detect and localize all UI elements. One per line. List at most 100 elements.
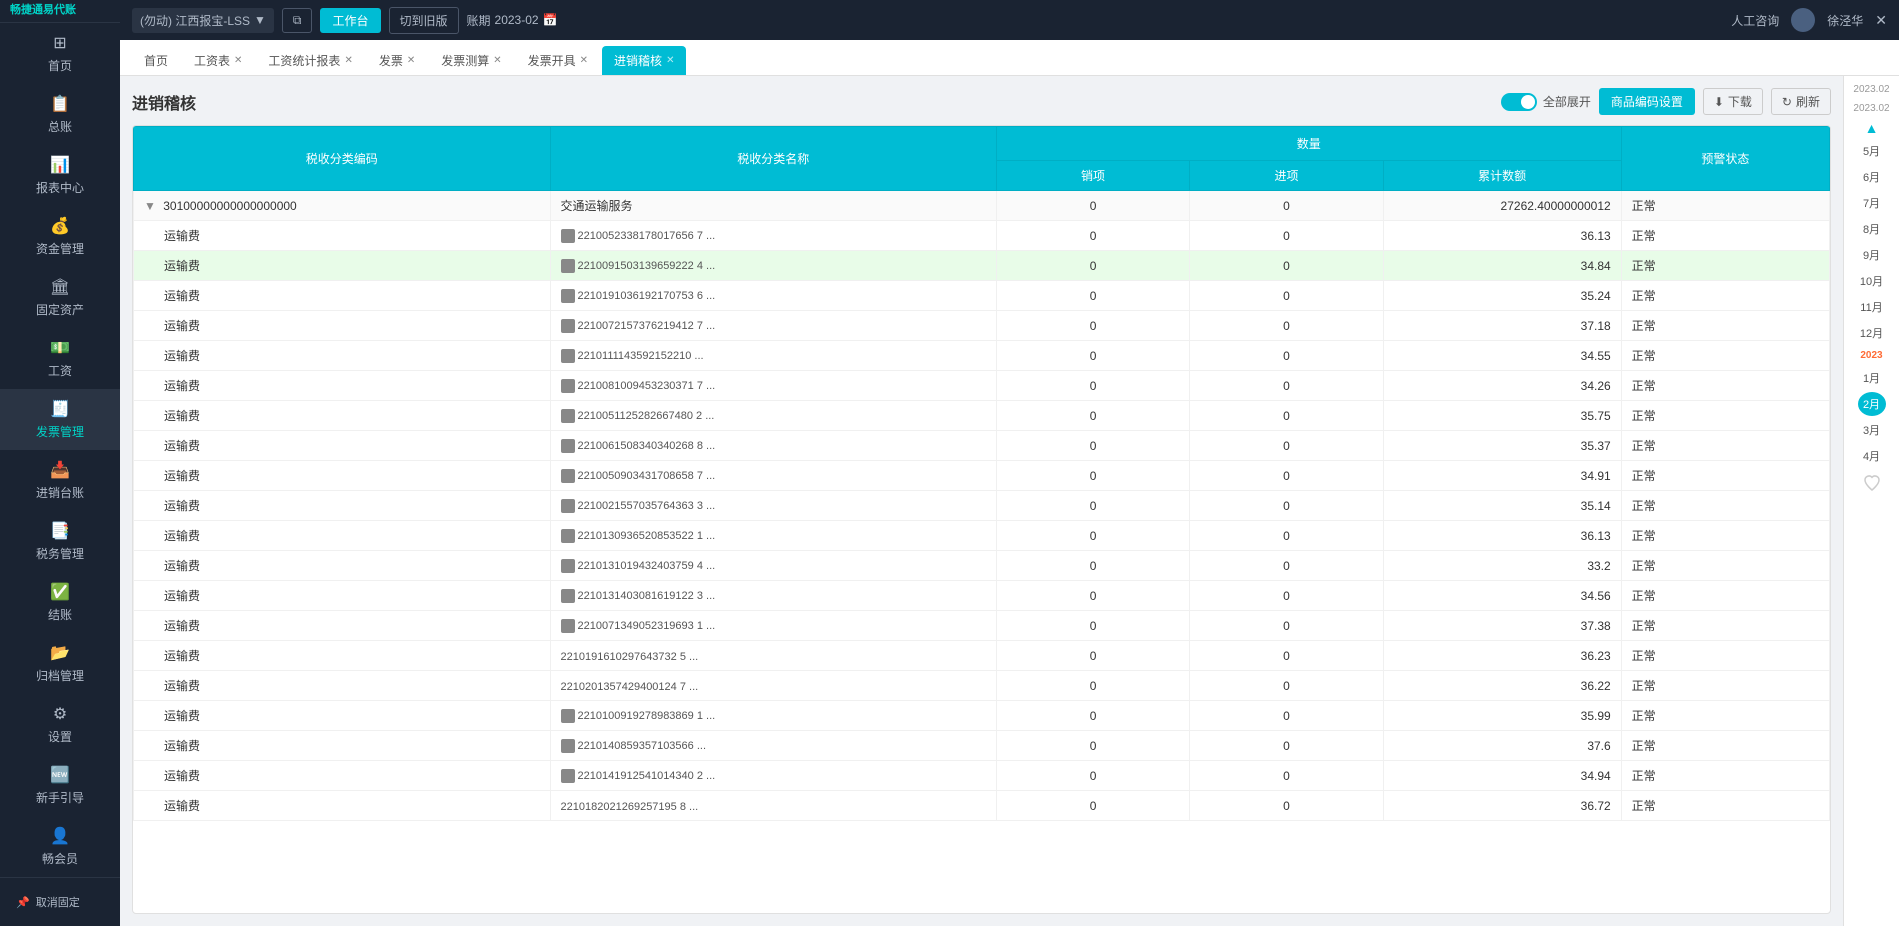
row-tax-code: 2210201357429400124 7 ... (550, 671, 996, 701)
row-tax-code: 2210081009453230371 7 ... (550, 371, 996, 401)
cumulative-value: 34.56 (1383, 581, 1621, 611)
sidebar-item-archive[interactable]: 📂 归档管理 (0, 633, 120, 694)
user-name: 徐泾华 (1827, 12, 1863, 29)
tab-invoice[interactable]: 发票 ✕ (367, 46, 427, 75)
sidebar-item-fixed[interactable]: 🏛 固定资产 (0, 267, 120, 328)
right-panel: 2023.02 2023.02 ▲ 5月 6月 7月 8月 9月 10月 11月… (1843, 76, 1899, 926)
tab-close-icon[interactable]: ✕ (580, 55, 588, 66)
tab-home[interactable]: 首页 (132, 46, 180, 75)
sidebar-item-inout[interactable]: 📥 进销台账 (0, 450, 120, 511)
tag-icon (561, 529, 575, 543)
period-label: 账期 2023-02 📅 (467, 12, 558, 29)
sidebar-item-ledger[interactable]: 📋 总账 (0, 84, 120, 145)
expand-toggle[interactable] (1501, 93, 1537, 111)
tab-invoice-open[interactable]: 发票开具 ✕ (516, 46, 600, 75)
workbench-button[interactable]: 工作台 (320, 8, 380, 33)
row-name: 运输费 (134, 641, 551, 671)
month-1[interactable]: 1月 (1850, 366, 1894, 390)
close-icon[interactable]: ✕ (1875, 12, 1887, 29)
row-name: 运输费 (134, 551, 551, 581)
sales-value: 0 (996, 551, 1189, 581)
cumulative-value: 36.13 (1383, 221, 1621, 251)
sales-value: 0 (996, 281, 1189, 311)
tab-close-icon[interactable]: ✕ (344, 55, 352, 66)
sidebar-item-tax[interactable]: 📑 税务管理 (0, 511, 120, 572)
sidebar-item-salary[interactable]: 💵 工资 (0, 328, 120, 389)
table-row: 运输费 2210051125282667480 2 ... 0 0 35.75 … (134, 401, 1830, 431)
salary-icon: 💵 (50, 338, 70, 358)
sidebar-item-guide[interactable]: 🆕 新手引导 (0, 755, 120, 816)
inout-icon: 📥 (50, 460, 70, 480)
row-name: 运输费 (134, 521, 551, 551)
sidebar-item-invoice[interactable]: 🧾 发票管理 (0, 389, 120, 450)
tab-salary-stat[interactable]: 工资统计报表 ✕ (256, 46, 364, 75)
sidebar-item-member[interactable]: 👤 畅会员 (0, 816, 120, 877)
expand-icon[interactable]: ▼ (144, 199, 156, 213)
home-icon: ⊞ (53, 33, 66, 53)
month-3[interactable]: 3月 (1850, 418, 1894, 442)
purchase-value: 0 (1190, 611, 1383, 641)
status-value: 正常 (1621, 401, 1829, 431)
month-10[interactable]: 10月 (1850, 269, 1894, 293)
copy-button[interactable]: ⧉ (282, 8, 313, 33)
sales-value: 0 (996, 251, 1189, 281)
tax-code-value: 30100000000000000000 (163, 199, 296, 213)
month-9[interactable]: 9月 (1850, 243, 1894, 267)
company-selector[interactable]: (勿动) 江西报宝-LSS ▼ (132, 8, 274, 33)
month-7[interactable]: 7月 (1850, 191, 1894, 215)
purchase-value: 0 (1190, 251, 1383, 281)
table-row: ▼ 30100000000000000000 交通运输服务 0 0 27262.… (134, 191, 1830, 221)
sidebar-item-settings[interactable]: ⚙ 设置 (0, 694, 120, 755)
tab-check[interactable]: 进销稽核 ✕ (602, 46, 686, 75)
group-tax-name: 交通运输服务 (550, 191, 996, 221)
row-name: 运输费 (134, 341, 551, 371)
cumulative-value: 36.23 (1383, 641, 1621, 671)
row-tax-code: 2210100919278983869 1 ... (550, 701, 996, 731)
month-5[interactable]: 5月 (1850, 139, 1894, 163)
table-row: 运输费 2210050903431708658 7 ... 0 0 34.91 … (134, 461, 1830, 491)
row-name: 运输费 (134, 221, 551, 251)
download-btn[interactable]: ⬇ 下载 (1703, 88, 1763, 115)
settings-btn[interactable]: 商品编码设置 (1599, 88, 1695, 115)
sidebar-item-label: 税务管理 (36, 545, 84, 562)
sales-value: 0 (996, 491, 1189, 521)
calendar-icon: 📅 (543, 13, 558, 27)
sales-value: 0 (996, 221, 1189, 251)
month-6[interactable]: 6月 (1850, 165, 1894, 189)
tab-close-icon[interactable]: ✕ (234, 55, 242, 66)
month-12[interactable]: 12月 (1850, 321, 1894, 345)
tab-salary-table[interactable]: 工资表 ✕ (182, 46, 254, 75)
cumulative-value: 34.84 (1383, 251, 1621, 281)
page-title: 进销稽核 (132, 90, 196, 114)
scroll-up-arrow[interactable]: ▲ (1863, 118, 1881, 138)
tax-icon: 📑 (50, 521, 70, 541)
purchase-value: 0 (1190, 191, 1383, 221)
tab-invoice-calc[interactable]: 发票测算 ✕ (429, 46, 513, 75)
sidebar-item-report[interactable]: 📊 报表中心 (0, 145, 120, 206)
purchase-value: 0 (1190, 311, 1383, 341)
sidebar-item-home[interactable]: ⊞ 首页 (0, 23, 120, 84)
sidebar-item-checkout[interactable]: ✅ 结账 (0, 572, 120, 633)
tab-close-icon[interactable]: ✕ (493, 55, 501, 66)
row-tax-code: 2210061508340340268 8 ... (550, 431, 996, 461)
sidebar-item-capital[interactable]: 💰 资金管理 (0, 206, 120, 267)
month-2-active[interactable]: 2月 (1858, 392, 1886, 416)
tab-close-icon[interactable]: ✕ (666, 55, 674, 66)
row-tax-code: 2210131019432403759 4 ... (550, 551, 996, 581)
support-link[interactable]: 人工咨询 (1731, 12, 1779, 29)
settings-icon: ⚙ (53, 704, 67, 724)
refresh-btn[interactable]: ↻ 刷新 (1771, 88, 1831, 115)
status-value: 正常 (1621, 371, 1829, 401)
cumulative-value: 36.22 (1383, 671, 1621, 701)
month-4[interactable]: 4月 (1850, 444, 1894, 468)
col-status: 预警状态 (1621, 127, 1829, 191)
month-11[interactable]: 11月 (1850, 295, 1894, 319)
unpin-button[interactable]: 📌 取消固定 (0, 886, 120, 918)
table-row: 运输费 2210052338178017656 7 ... 0 0 36.13 … (134, 221, 1830, 251)
row-name: 运输费 (134, 281, 551, 311)
back-button[interactable]: 切到旧版 (389, 7, 459, 34)
tab-close-icon[interactable]: ✕ (407, 55, 415, 66)
row-tax-code: 2210050903431708658 7 ... (550, 461, 996, 491)
month-8[interactable]: 8月 (1850, 217, 1894, 241)
status-value: 正常 (1621, 461, 1829, 491)
